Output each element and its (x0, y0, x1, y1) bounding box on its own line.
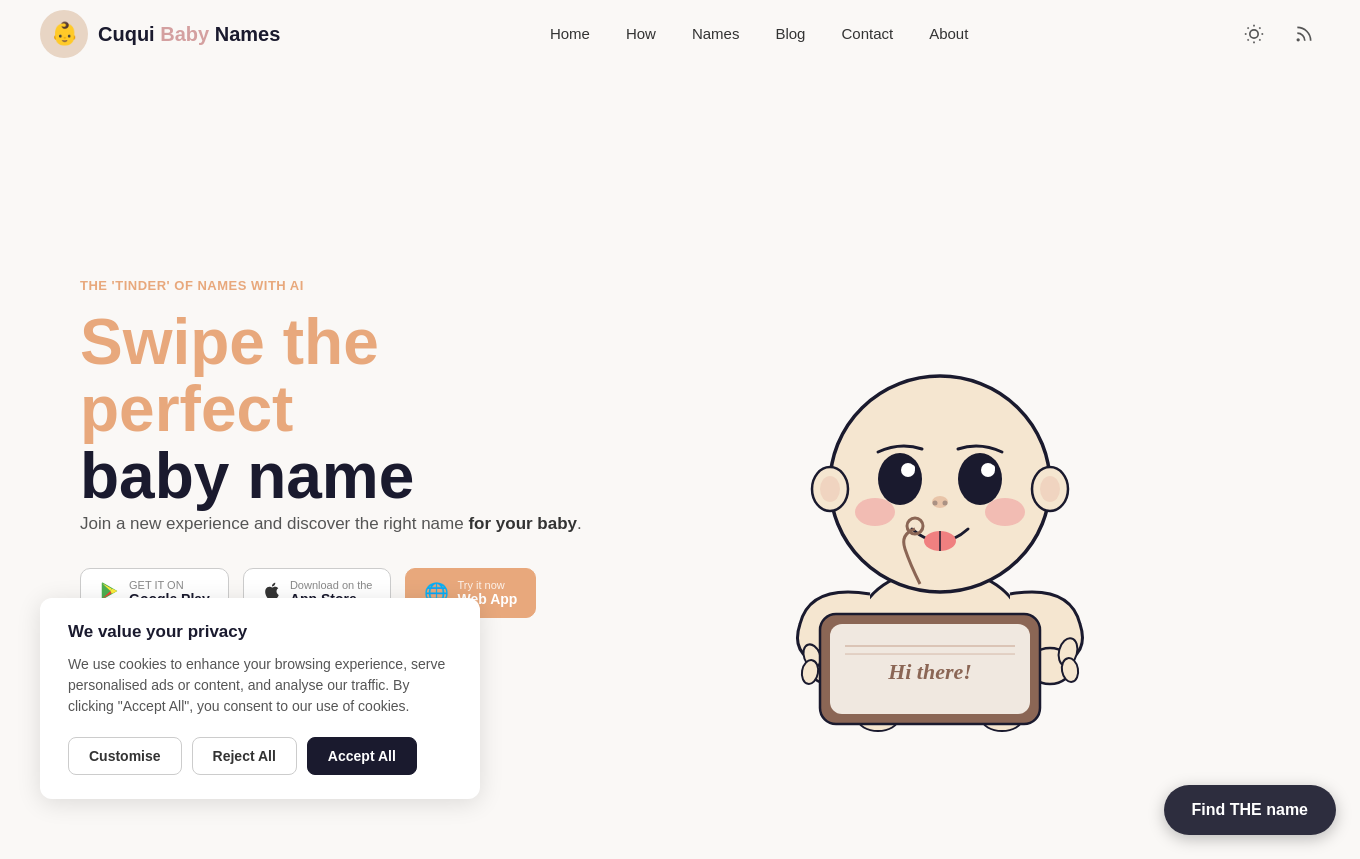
nav-icon-group (1238, 18, 1320, 50)
svg-point-30 (985, 498, 1025, 526)
find-name-button[interactable]: Find THE name (1164, 785, 1336, 835)
rss-button[interactable] (1288, 18, 1320, 50)
logo-link[interactable]: 👶 Cuqui Baby Names (40, 10, 280, 58)
svg-point-22 (1040, 476, 1060, 502)
nav-links: Home How Names Blog Contact About (550, 25, 968, 43)
hero-description: Join a new experience and discover the r… (80, 511, 600, 537)
baby-svg: Hi there! (730, 194, 1150, 734)
svg-point-32 (933, 500, 938, 505)
logo-text: Cuqui Baby Names (98, 23, 280, 46)
cookie-banner: We value your privacy We use cookies to … (40, 598, 480, 799)
reject-all-button[interactable]: Reject All (192, 737, 297, 775)
baby-illustration: Hi there! (600, 194, 1280, 734)
svg-point-23 (878, 453, 922, 505)
svg-point-29 (855, 498, 895, 526)
logo-icon: 👶 (40, 10, 88, 58)
hero-title: Swipe the perfect baby name (80, 309, 600, 511)
hero-tag: THE 'TINDER' OF NAMES WITH AI (80, 278, 600, 293)
cookie-title: We value your privacy (68, 622, 452, 642)
svg-point-20 (820, 476, 840, 502)
hero-right: Hi there! (600, 184, 1280, 744)
navbar: 👶 Cuqui Baby Names Home How Names Blog C… (0, 0, 1360, 68)
svg-line-4 (1259, 39, 1260, 40)
svg-point-27 (909, 465, 915, 471)
svg-point-18 (830, 376, 1050, 592)
svg-text:Hi there!: Hi there! (887, 659, 972, 684)
hero-left: THE 'TINDER' OF NAMES WITH AI Swipe the … (80, 278, 600, 649)
cookie-description: We use cookies to enhance your browsing … (68, 654, 452, 717)
nav-home[interactable]: Home (550, 25, 590, 42)
customise-button[interactable]: Customise (68, 737, 182, 775)
svg-point-24 (958, 453, 1002, 505)
nav-blog[interactable]: Blog (775, 25, 805, 42)
svg-line-3 (1248, 28, 1249, 29)
svg-point-28 (989, 465, 995, 471)
rss-icon (1294, 24, 1314, 44)
nav-about[interactable]: About (929, 25, 968, 42)
cookie-actions: Customise Reject All Accept All (68, 737, 452, 775)
sun-icon (1244, 24, 1264, 44)
nav-names[interactable]: Names (692, 25, 740, 42)
accept-all-button[interactable]: Accept All (307, 737, 417, 775)
theme-toggle-button[interactable] (1238, 18, 1270, 50)
svg-point-0 (1250, 30, 1258, 38)
nav-contact[interactable]: Contact (841, 25, 893, 42)
svg-point-9 (1297, 39, 1299, 41)
svg-line-7 (1248, 39, 1249, 40)
nav-how[interactable]: How (626, 25, 656, 42)
svg-point-33 (943, 500, 948, 505)
svg-line-8 (1259, 28, 1260, 29)
